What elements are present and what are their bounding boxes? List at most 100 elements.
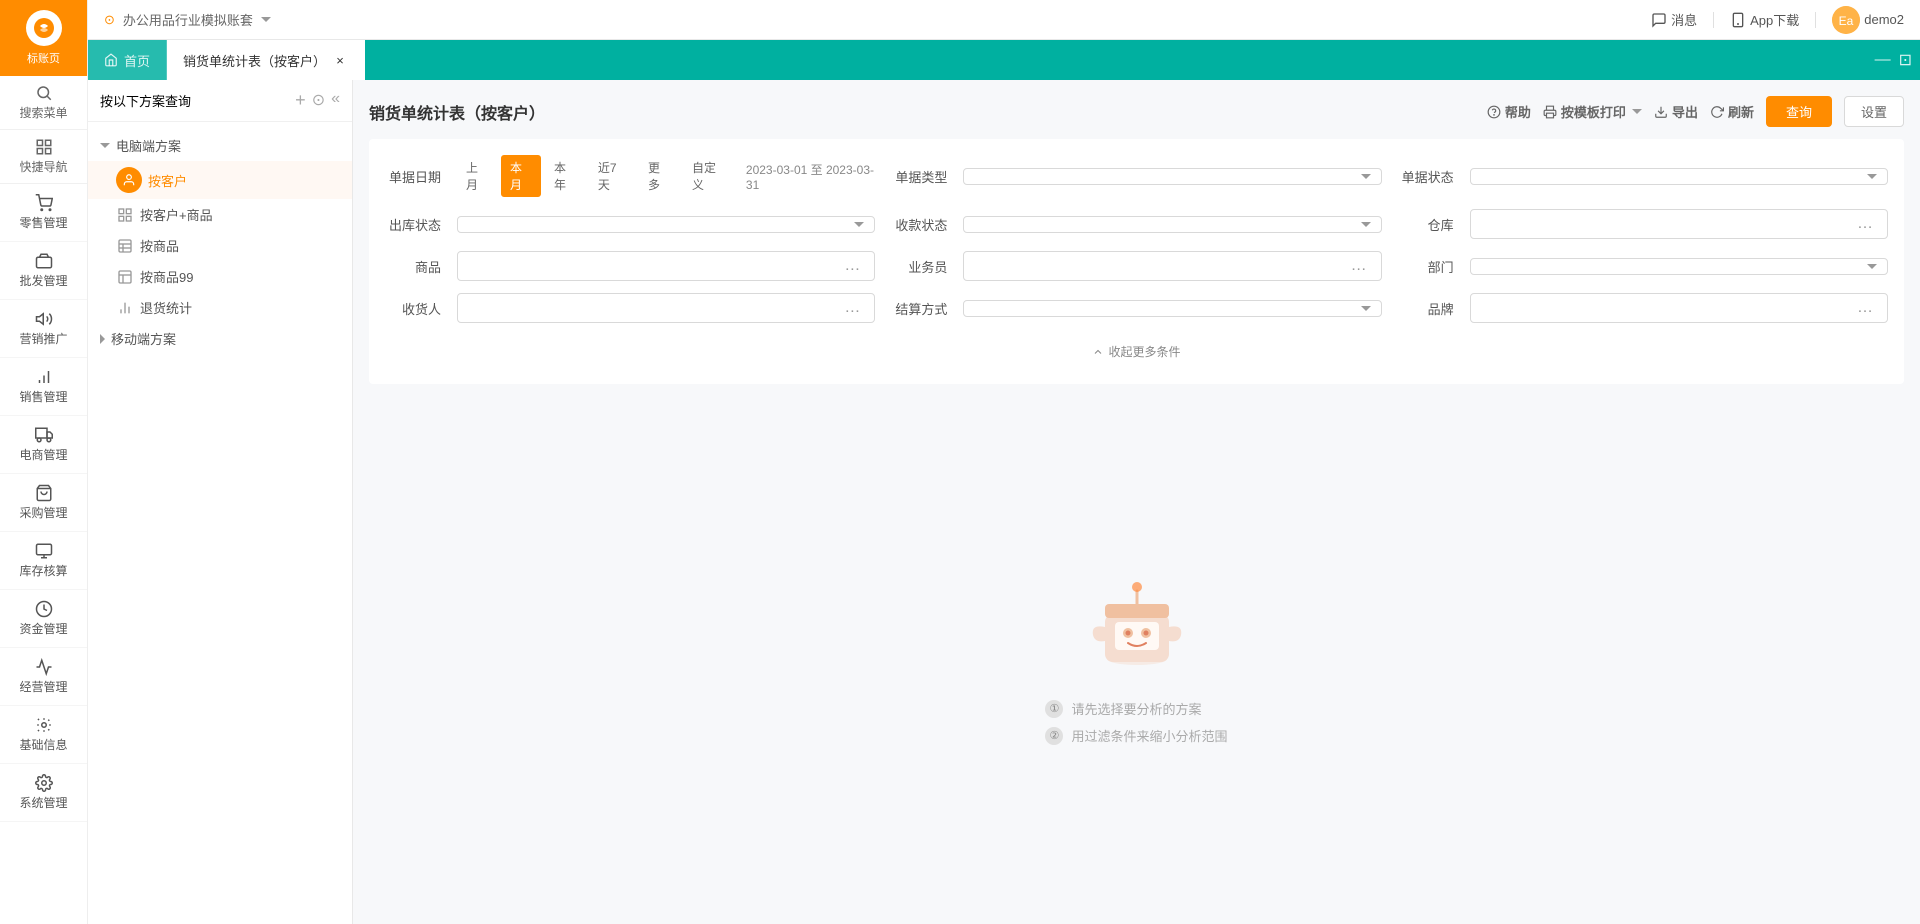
tab-sales-stats[interactable]: 销货单统计表（按客户） × xyxy=(167,40,365,80)
collapse-bar[interactable]: 收起更多条件 xyxy=(385,335,1888,368)
order-type-label: 单据类型 xyxy=(891,167,947,186)
settings-scheme-icon[interactable]: ⊙ xyxy=(312,90,325,111)
template-print-button[interactable]: 按模板打印 xyxy=(1543,102,1642,121)
sidebar-item-finance-label: 资金管理 xyxy=(19,620,67,637)
sidebar-item-system[interactable]: 系统管理 xyxy=(0,764,87,822)
filter-row-status: 出库状态 收款状态 仓库 xyxy=(385,209,1888,239)
quick-nav-item[interactable]: 快捷导航 xyxy=(0,130,87,184)
left-panel: 按以下方案查询 + ⊙ « 电脑端方案 xyxy=(88,80,353,924)
consignee-input[interactable]: … xyxy=(457,293,875,323)
active-scheme-dot xyxy=(116,167,142,193)
app-download-button[interactable]: App下载 xyxy=(1730,10,1799,29)
goods-label: 商品 xyxy=(385,257,441,276)
goods-dots[interactable]: … xyxy=(840,257,864,275)
salesperson-dots[interactable]: … xyxy=(1347,257,1371,275)
export-button[interactable]: 导出 xyxy=(1654,102,1698,121)
brand-input[interactable]: … xyxy=(1470,293,1888,323)
filter-row-goods: 商品 … 业务员 … 部门 xyxy=(385,251,1888,281)
sidebar-item-marketing[interactable]: 营销推广 xyxy=(0,300,87,358)
date-btn-custom[interactable]: 自定义 xyxy=(683,155,734,197)
tree-item-by-goods99[interactable]: 按商品99 xyxy=(88,261,352,292)
order-status-select[interactable] xyxy=(1470,168,1888,185)
date-btn-last-month[interactable]: 上月 xyxy=(457,155,497,197)
sidebar-logo[interactable]: 标账页 xyxy=(0,0,87,76)
refresh-button[interactable]: 刷新 xyxy=(1710,102,1754,121)
message-label: 消息 xyxy=(1671,10,1697,29)
hint-num-2: ② xyxy=(1045,727,1063,745)
tree-item-customer-goods[interactable]: 按客户+商品 xyxy=(88,199,352,230)
topbar-industry-dropdown-icon[interactable] xyxy=(261,17,271,22)
salesperson-label: 业务员 xyxy=(891,257,947,276)
sidebar-item-operation[interactable]: 经营管理 xyxy=(0,648,87,706)
help-label: 帮助 xyxy=(1505,102,1531,121)
export-label: 导出 xyxy=(1672,102,1698,121)
payment-method-dropdown-icon xyxy=(1361,306,1371,311)
app-download-label: App下载 xyxy=(1750,10,1799,29)
tree-expand-icon xyxy=(100,143,110,148)
warehouse-input[interactable]: … xyxy=(1470,209,1888,239)
tree-item-by-goods[interactable]: 按商品 xyxy=(88,230,352,261)
tree-desktop-parent[interactable]: 电脑端方案 xyxy=(88,130,352,161)
tab-home[interactable]: 首页 xyxy=(88,40,167,80)
sidebar-item-inventory[interactable]: 库存核算 xyxy=(0,532,87,590)
sidebar-item-sales[interactable]: 销售管理 xyxy=(0,358,87,416)
tree-item-customer-goods-label: 按客户+商品 xyxy=(140,205,213,224)
tree-item-return-stats[interactable]: 退货统计 xyxy=(88,292,352,323)
sidebar-item-finance[interactable]: 资金管理 xyxy=(0,590,87,648)
tree-mobile-parent[interactable]: 移动端方案 xyxy=(88,323,352,354)
tree-item-by-customer[interactable]: 按客户 xyxy=(88,161,352,199)
order-status-control xyxy=(1470,168,1888,185)
tab-maximize-icon[interactable]: ⊡ xyxy=(1899,50,1912,70)
sidebar-item-wholesale[interactable]: 批发管理 xyxy=(0,242,87,300)
salesperson-input[interactable]: … xyxy=(963,251,1381,281)
consignee-control: … xyxy=(457,293,875,323)
collapse-panel-icon[interactable]: « xyxy=(331,90,340,111)
add-scheme-icon[interactable]: + xyxy=(295,90,306,111)
search-menu-item[interactable]: 搜索菜单 xyxy=(0,76,87,130)
user-menu[interactable]: Ea demo2 xyxy=(1832,6,1904,34)
warehouse-dots[interactable]: … xyxy=(1853,215,1877,233)
message-button[interactable]: 消息 xyxy=(1651,10,1697,29)
sidebar-item-retail[interactable]: 零售管理 xyxy=(0,184,87,242)
sidebar-item-operation-label: 经营管理 xyxy=(19,678,67,695)
sidebar-item-base[interactable]: 基础信息 xyxy=(0,706,87,764)
right-panel: 销货单统计表（按客户） 帮助 xyxy=(353,80,1920,924)
search-menu-label: 搜索菜单 xyxy=(19,104,67,121)
date-btn-this-year[interactable]: 本年 xyxy=(545,155,585,197)
settings-button[interactable]: 设置 xyxy=(1844,96,1904,127)
tree-mobile-label: 移动端方案 xyxy=(111,329,176,348)
tab-close-icon[interactable]: × xyxy=(332,52,348,68)
out-status-select[interactable] xyxy=(457,216,875,233)
topbar-right: 消息 App下载 Ea demo2 xyxy=(1651,6,1904,34)
order-type-select[interactable] xyxy=(963,168,1381,185)
filter-area: 单据日期 上月 本月 本年 近7天 更多 自定义 2023-03-01 至 20… xyxy=(369,139,1904,384)
dept-select[interactable] xyxy=(1470,258,1888,275)
help-button[interactable]: 帮助 xyxy=(1487,102,1531,121)
receipt-status-label: 收款状态 xyxy=(891,215,947,234)
out-status-control xyxy=(457,216,875,233)
payment-method-select[interactable] xyxy=(963,300,1381,317)
goods-input[interactable]: … xyxy=(457,251,875,281)
sidebar: 标账页 搜索菜单 快捷导航 零售管理 批发管理 营 xyxy=(0,0,88,924)
consignee-dots[interactable]: … xyxy=(840,299,864,317)
query-button[interactable]: 查询 xyxy=(1766,96,1832,127)
date-btn-this-month[interactable]: 本月 xyxy=(501,155,541,197)
sidebar-item-purchase[interactable]: 采购管理 xyxy=(0,474,87,532)
topbar-left: ⊙ 办公用品行业模拟账套 xyxy=(104,10,271,29)
empty-state: ① 请先选择要分析的方案 ② 用过滤条件来缩小分析范围 xyxy=(369,396,1904,908)
logo-text: 标账页 xyxy=(27,50,60,66)
tab-sales-stats-label: 销货单统计表（按客户） xyxy=(183,51,326,70)
empty-state-hints: ① 请先选择要分析的方案 ② 用过滤条件来缩小分析范围 xyxy=(1045,699,1227,745)
order-status-label: 单据状态 xyxy=(1398,167,1454,186)
brand-dots[interactable]: … xyxy=(1853,299,1877,317)
receipt-status-select[interactable] xyxy=(963,216,1381,233)
sidebar-item-purchase-label: 采购管理 xyxy=(19,504,67,521)
left-panel-header: 按以下方案查询 + ⊙ « xyxy=(88,80,352,122)
receipt-status-dropdown-icon xyxy=(1361,222,1371,227)
date-btn-more[interactable]: 更多 xyxy=(639,155,679,197)
by-goods-icon xyxy=(116,237,134,255)
tab-minimize-icon[interactable]: — xyxy=(1875,51,1891,69)
date-btn-7days[interactable]: 近7天 xyxy=(589,155,635,197)
sidebar-item-ecommerce[interactable]: 电商管理 xyxy=(0,416,87,474)
scheme-tree: 电脑端方案 按客户 xyxy=(88,122,352,362)
